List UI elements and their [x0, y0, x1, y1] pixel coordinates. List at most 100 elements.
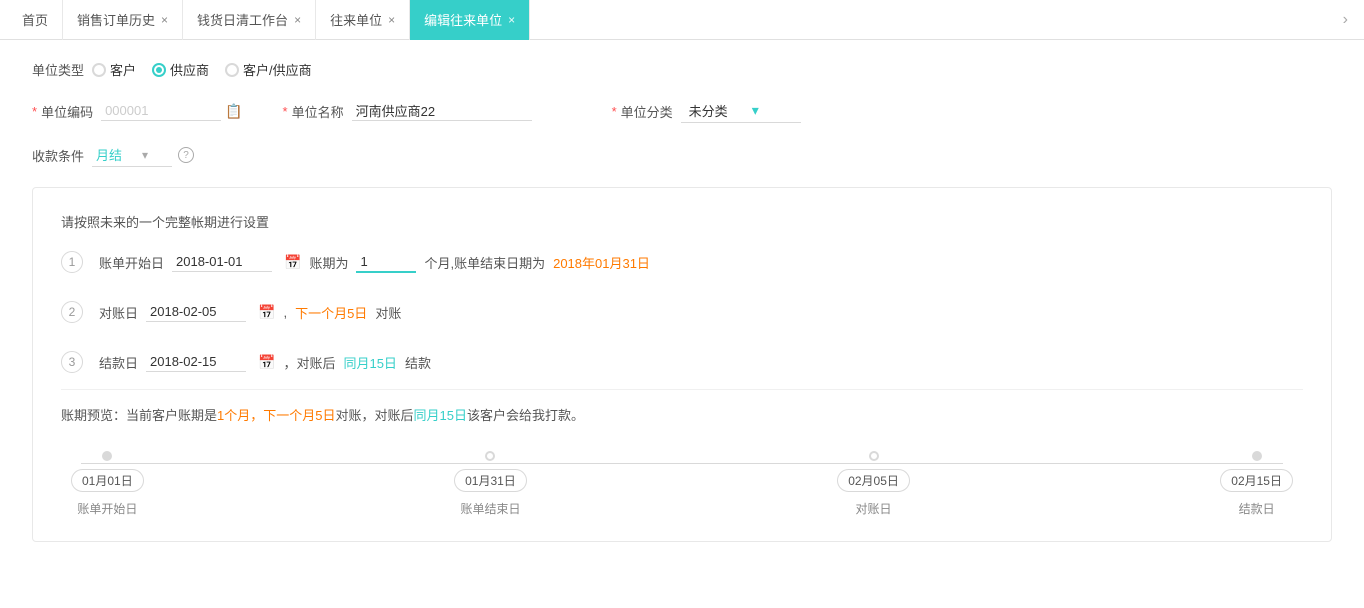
timeline-badge-1: 01月01日 — [71, 469, 144, 492]
timeline-point-4: 02月15日 结款日 — [1220, 451, 1293, 517]
payment-select[interactable]: 月结 ▾ — [92, 143, 172, 167]
close-tab-sales-history[interactable]: × — [161, 13, 168, 27]
main-content: 单位类型 客户 供应商 客户/供应商 * 单位编码 — [0, 40, 1364, 608]
step-2-highlight: 下一个月5日 — [295, 303, 367, 322]
preview-mid: 对账，对账后 — [335, 408, 413, 423]
tab-home[interactable]: 首页 — [8, 0, 63, 40]
period-input[interactable] — [356, 252, 416, 273]
timeline-dot-1 — [102, 451, 112, 461]
card-divider — [61, 389, 1303, 390]
preview-suffix: 该客户会给我打款。 — [467, 408, 584, 423]
unit-name-input[interactable] — [352, 101, 532, 121]
tab-cash-work[interactable]: 钱货日清工作台 × — [183, 0, 316, 40]
tab-edit-unit-label: 编辑往来单位 — [424, 10, 502, 29]
timeline-label-1: 账单开始日 — [77, 500, 137, 517]
unit-category-select[interactable]: 未分类 ▾ — [681, 99, 801, 123]
radio-supplier-circle — [152, 63, 166, 77]
radio-customer[interactable]: 客户 — [92, 60, 136, 79]
timeline-point-1: 01月01日 账单开始日 — [71, 451, 144, 517]
timeline-dot-4 — [1252, 451, 1262, 461]
timeline-wrapper: 01月01日 账单开始日 01月31日 账单结束日 02月05日 对账日 — [61, 451, 1303, 517]
unit-code-input[interactable] — [101, 101, 221, 121]
card-title: 请按照未来的一个完整帐期进行设置 — [61, 212, 1303, 231]
payment-item: 收款条件 月结 ▾ ? — [32, 143, 194, 167]
step-2-calendar-icon[interactable]: 📅 — [258, 304, 275, 321]
preview-part2: 下一个月5日 — [263, 408, 335, 423]
payment-dropdown-arrow: ▾ — [142, 148, 148, 162]
close-tab-unit-list[interactable]: × — [388, 13, 395, 27]
step-1-date-input[interactable] — [172, 252, 272, 272]
step-2-label: 对账日 — [99, 303, 138, 322]
unit-name-star: * — [283, 104, 288, 119]
unit-category-dropdown-arrow: ▾ — [752, 102, 759, 119]
unit-category-value: 未分类 — [689, 101, 728, 120]
step-3-num: 3 — [61, 351, 83, 373]
tab-cash-work-label: 钱货日清工作台 — [197, 10, 288, 29]
radio-customer-supplier[interactable]: 客户/供应商 — [225, 60, 312, 79]
step-1-num: 1 — [61, 251, 83, 273]
payment-value: 月结 — [96, 145, 122, 164]
preview-prefix: 账期预览：当前客户账期是 — [61, 408, 217, 423]
tabs-expand-button[interactable]: › — [1335, 11, 1356, 29]
close-tab-cash-work[interactable]: × — [294, 13, 301, 27]
unit-info-row: * 单位编码 📋 * 单位名称 * 单位分类 未分类 ▾ — [32, 99, 1332, 123]
tab-sales-history[interactable]: 销售订单历史 × — [63, 0, 183, 40]
radio-supplier-label: 供应商 — [170, 60, 209, 79]
step-3-row: 3 结款日 📅 ，对账后 同月15日 结款 — [61, 351, 1303, 373]
tab-unit-list[interactable]: 往来单位 × — [316, 0, 410, 40]
step-1-label: 账单开始日 — [99, 253, 164, 272]
timeline-label-4: 结款日 — [1239, 500, 1275, 517]
radio-customer-circle — [92, 63, 106, 77]
unit-category-item: * 单位分类 未分类 ▾ — [612, 99, 801, 123]
close-tab-edit-unit[interactable]: × — [508, 13, 515, 27]
step-3-calendar-icon[interactable]: 📅 — [258, 354, 275, 371]
timeline-points: 01月01日 账单开始日 01月31日 账单结束日 02月05日 对账日 — [71, 451, 1293, 517]
card-section: 请按照未来的一个完整帐期进行设置 1 账单开始日 📅 账期为 个月,账单结束日期… — [32, 187, 1332, 542]
unit-category-star: * — [612, 104, 617, 119]
step-1-mid-text: 账期为 — [309, 253, 348, 272]
step-2-suffix2: 对账 — [375, 303, 401, 322]
step-1-highlight: 2018年01月31日 — [553, 253, 650, 272]
timeline-dot-2 — [485, 451, 495, 461]
step-2-content: 对账日 📅 , 下一个月5日 对账 — [99, 302, 401, 322]
tab-edit-unit[interactable]: 编辑往来单位 × — [410, 0, 530, 40]
unit-code-star: * — [32, 104, 37, 119]
payment-help-icon[interactable]: ? — [178, 147, 194, 163]
step-3-date-input[interactable] — [146, 352, 246, 372]
step-1-content: 账单开始日 📅 账期为 个月,账单结束日期为 2018年01月31日 — [99, 252, 650, 273]
radio-customer-supplier-circle — [225, 63, 239, 77]
step-1-calendar-icon[interactable]: 📅 — [284, 254, 301, 271]
timeline-point-2: 01月31日 账单结束日 — [454, 451, 527, 517]
payment-label: 收款条件 — [32, 146, 84, 165]
unit-name-label: 单位名称 — [292, 102, 344, 121]
timeline-dot-3 — [869, 451, 879, 461]
radio-supplier[interactable]: 供应商 — [152, 60, 209, 79]
timeline-point-3: 02月05日 对账日 — [837, 451, 910, 517]
preview-part3: 同月15日 — [414, 408, 467, 423]
step-2-row: 2 对账日 📅 , 下一个月5日 对账 — [61, 301, 1303, 323]
step-1-suffix: 个月,账单结束日期为 — [424, 253, 545, 272]
timeline-label-2: 账单结束日 — [460, 500, 520, 517]
unit-type-label: 单位类型 — [32, 60, 84, 79]
tab-home-label: 首页 — [22, 10, 48, 29]
payment-row: 收款条件 月结 ▾ ? — [32, 143, 1332, 167]
timeline-badge-3: 02月05日 — [837, 469, 910, 492]
unit-name-item: * 单位名称 — [283, 101, 532, 121]
timeline-label-3: 对账日 — [856, 500, 892, 517]
unit-category-label: 单位分类 — [621, 102, 673, 121]
tab-unit-list-label: 往来单位 — [330, 10, 382, 29]
step-2-date-input[interactable] — [146, 302, 246, 322]
unit-type-item: 单位类型 客户 供应商 客户/供应商 — [32, 60, 312, 79]
step-2-num: 2 — [61, 301, 83, 323]
radio-customer-label: 客户 — [110, 60, 136, 79]
timeline-badge-2: 01月31日 — [454, 469, 527, 492]
preview-part1: 1个月， — [217, 408, 263, 423]
unit-type-row: 单位类型 客户 供应商 客户/供应商 — [32, 60, 1332, 79]
step-2-comma: , — [283, 305, 287, 320]
step-3-highlight: 同月15日 — [343, 353, 396, 372]
unit-code-item: * 单位编码 📋 — [32, 101, 243, 121]
unit-code-copy-icon[interactable]: 📋 — [225, 103, 242, 120]
preview-text: 账期预览：当前客户账期是1个月，下一个月5日对账，对账后同月15日该客户会给我打… — [61, 406, 1303, 427]
step-3-comma: ，对账后 — [283, 353, 335, 372]
step-3-suffix: 结款 — [405, 353, 431, 372]
